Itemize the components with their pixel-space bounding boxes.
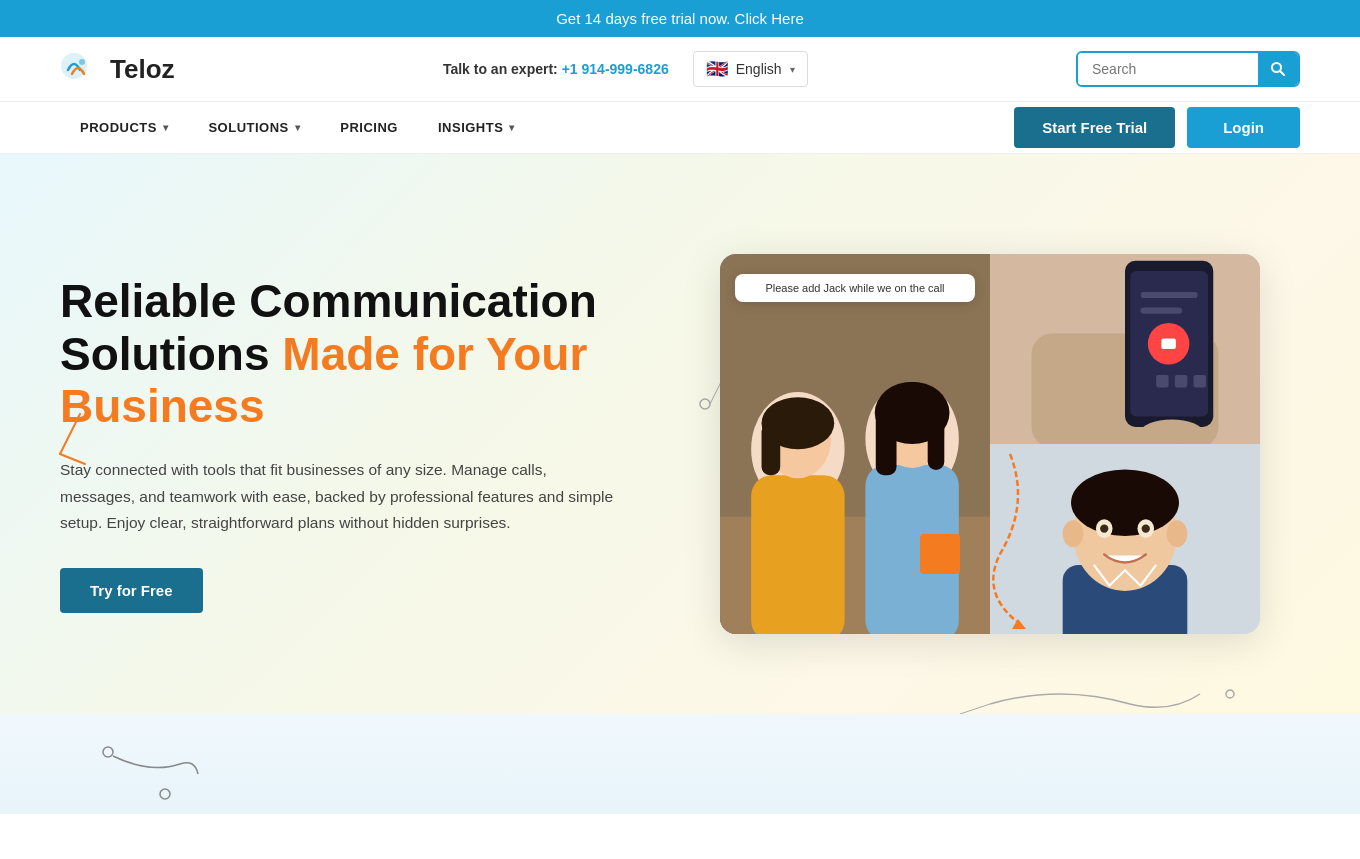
header: Teloz Talk to an expert: +1 914-999-6826… (0, 37, 1360, 102)
hero-title: Reliable Communication Solutions Made fo… (60, 275, 680, 434)
svg-point-43 (1071, 469, 1179, 535)
svg-rect-37 (1175, 375, 1187, 387)
svg-point-11 (1226, 690, 1234, 698)
nav-solutions[interactable]: SOLUTIONS ▾ (188, 102, 320, 153)
try-for-free-button[interactable]: Try for Free (60, 568, 203, 613)
nav-solutions-label: SOLUTIONS (208, 120, 288, 135)
svg-point-0 (61, 53, 87, 79)
call-bubble: Please add Jack while we on the call (735, 274, 975, 302)
logo-text: Teloz (110, 54, 175, 85)
nav-left: PRODUCTS ▾ SOLUTIONS ▾ PRICING INSIGHTS … (60, 102, 535, 153)
hero-image-women: Please add Jack while we on the call (720, 254, 990, 634)
chevron-down-icon: ▾ (790, 64, 795, 75)
login-button[interactable]: Login (1187, 107, 1300, 148)
svg-point-1 (79, 59, 85, 65)
language-label: English (736, 61, 782, 77)
hero-description: Stay connected with tools that fit busin… (60, 457, 620, 536)
deco-bottom-lines (100, 744, 200, 804)
search-input[interactable] (1078, 53, 1258, 85)
svg-rect-35 (1161, 339, 1176, 349)
search-area (1076, 51, 1300, 87)
top-banner[interactable]: Get 14 days free trial now. Click Here (0, 0, 1360, 37)
svg-rect-26 (876, 413, 897, 475)
nav-bar: PRODUCTS ▾ SOLUTIONS ▾ PRICING INSIGHTS … (0, 102, 1360, 154)
nav-insights[interactable]: INSIGHTS ▾ (418, 102, 535, 153)
svg-line-3 (1280, 71, 1284, 75)
svg-rect-38 (1194, 375, 1206, 387)
nav-pricing[interactable]: PRICING (320, 102, 418, 153)
hero-right: Please add Jack while we on the call (680, 254, 1300, 634)
svg-rect-18 (751, 475, 844, 634)
svg-point-48 (1100, 524, 1108, 532)
expert-phone[interactable]: +1 914-999-6826 (562, 61, 669, 77)
expert-label: Talk to an expert: (443, 61, 558, 77)
svg-point-49 (1142, 524, 1150, 532)
hero-image-man (990, 444, 1260, 634)
language-selector[interactable]: 🇬🇧 English ▾ (693, 51, 808, 87)
svg-point-45 (1167, 520, 1188, 547)
chevron-products-icon: ▾ (163, 122, 169, 133)
nav-insights-label: INSIGHTS (438, 120, 503, 135)
hero-section: Reliable Communication Solutions Made fo… (0, 154, 1360, 714)
svg-rect-27 (928, 413, 945, 470)
svg-point-39 (1141, 420, 1203, 444)
nav-products-label: PRODUCTS (80, 120, 157, 135)
hero-left: Reliable Communication Solutions Made fo… (60, 275, 680, 614)
expert-contact: Talk to an expert: +1 914-999-6826 (443, 61, 669, 77)
logo[interactable]: Teloz (60, 52, 175, 86)
logo-icon (60, 52, 102, 86)
header-center: Talk to an expert: +1 914-999-6826 🇬🇧 En… (443, 51, 808, 87)
banner-text: Get 14 days free trial now. Click Here (556, 10, 804, 27)
svg-point-52 (160, 789, 170, 799)
svg-rect-32 (1141, 292, 1198, 298)
svg-point-7 (700, 399, 710, 409)
chevron-insights-icon: ▾ (509, 122, 515, 133)
svg-point-44 (1063, 520, 1084, 547)
start-free-trial-button[interactable]: Start Free Trial (1014, 107, 1175, 148)
search-button[interactable] (1258, 53, 1298, 85)
search-icon (1270, 61, 1286, 77)
nav-pricing-label: PRICING (340, 120, 398, 135)
orange-accent (920, 534, 960, 574)
svg-line-12 (960, 704, 990, 714)
bottom-section (0, 714, 1360, 814)
chevron-solutions-icon: ▾ (295, 122, 301, 133)
call-bubble-text: Please add Jack while we on the call (765, 282, 944, 294)
hero-card: Please add Jack while we on the call (720, 254, 1260, 634)
hero-image-phone (990, 254, 1260, 444)
nav-right: Start Free Trial Login (1014, 107, 1300, 148)
svg-rect-21 (762, 423, 781, 475)
svg-rect-36 (1156, 375, 1168, 387)
svg-point-51 (103, 747, 113, 757)
svg-rect-33 (1141, 307, 1183, 313)
nav-products[interactable]: PRODUCTS ▾ (60, 102, 188, 153)
flag-icon: 🇬🇧 (706, 58, 728, 80)
